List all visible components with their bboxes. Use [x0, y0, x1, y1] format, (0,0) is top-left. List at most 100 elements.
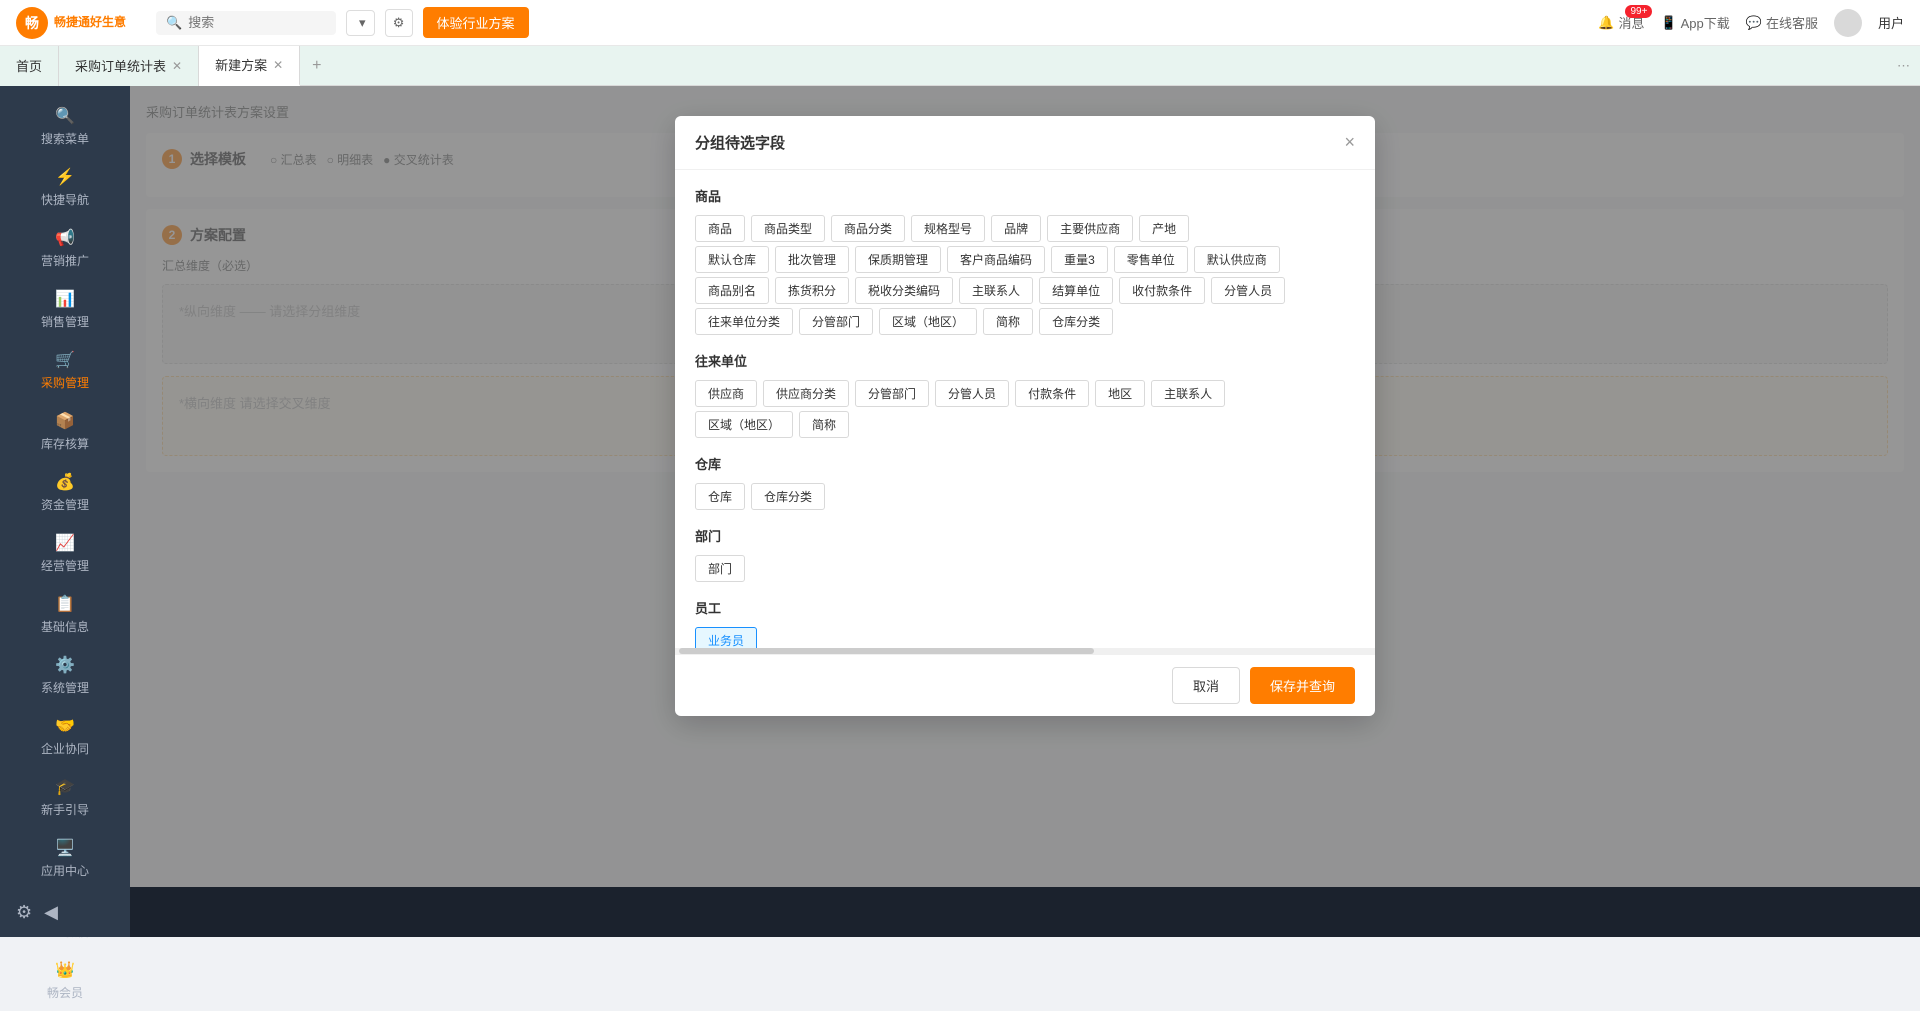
tag-abbr-product[interactable]: 简称: [983, 308, 1033, 335]
trial-button[interactable]: 体验行业方案: [423, 7, 529, 38]
operations-icon: 📈: [55, 533, 75, 553]
tag-shelf-life[interactable]: 保质期管理: [855, 246, 941, 273]
tag-tax-code[interactable]: 税收分类编码: [855, 277, 953, 304]
quicknav-icon: ⚡: [55, 167, 75, 187]
sidebar-item-operations-label: 经营管理: [41, 557, 89, 574]
sidebar-item-member[interactable]: 👑 畅会员: [0, 950, 130, 1011]
sidebar-item-search[interactable]: 🔍 搜索菜单: [0, 96, 130, 157]
tag-default-warehouse[interactable]: 默认仓库: [695, 246, 769, 273]
tab-add-button[interactable]: +: [300, 57, 333, 75]
notification-badge: 99+: [1625, 5, 1652, 18]
sidebar-item-guide[interactable]: 🎓 新手引导: [0, 767, 130, 828]
tag-region-partner[interactable]: 区域（地区）: [695, 411, 793, 438]
tab-expand-button[interactable]: ⋯: [1897, 58, 1910, 74]
sidebar-item-finance[interactable]: 💰 资金管理: [0, 462, 130, 523]
tag-retail-unit[interactable]: 零售单位: [1114, 246, 1188, 273]
sidebar-item-quicknav[interactable]: ⚡ 快捷导航: [0, 157, 130, 218]
basic-info-icon: 📋: [55, 594, 75, 614]
product-tags-row4: 往来单位分类 分管部门 区域（地区） 简称 仓库分类: [695, 308, 1355, 335]
app-download-item[interactable]: 📱 App下载: [1660, 13, 1729, 32]
tag-main-supplier[interactable]: 主要供应商: [1047, 215, 1133, 242]
company-select[interactable]: ▾: [346, 10, 375, 36]
sidebar-item-operations[interactable]: 📈 经营管理: [0, 523, 130, 584]
user-name: 用户: [1878, 13, 1904, 32]
tag-region2[interactable]: 地区: [1095, 380, 1145, 407]
tag-supplier-cat[interactable]: 供应商分类: [763, 380, 849, 407]
modal-body[interactable]: 商品 商品 商品类型 商品分类 规格型号 品牌 主要供应商 产地 默认仓库 批次…: [675, 170, 1375, 648]
sidebar-item-inventory[interactable]: 📦 库存核算: [0, 401, 130, 462]
tag-settlement-unit[interactable]: 结算单位: [1039, 277, 1113, 304]
partner-tags-row1: 供应商 供应商分类 分管部门 分管人员 付款条件 地区 主联系人: [695, 380, 1355, 407]
tag-salesperson[interactable]: 业务员: [695, 627, 757, 648]
tag-partner-category[interactable]: 往来单位分类: [695, 308, 793, 335]
sidebar-item-guide-label: 新手引导: [41, 801, 89, 818]
online-service-item[interactable]: 💬 在线客服: [1746, 13, 1818, 32]
guide-icon: 🎓: [55, 777, 75, 797]
tag-product-type[interactable]: 商品类型: [751, 215, 825, 242]
tab-purchase-order-close[interactable]: ✕: [172, 59, 182, 73]
tag-product[interactable]: 商品: [695, 215, 745, 242]
sidebar-item-finance-label: 资金管理: [41, 496, 89, 513]
tag-main-contact[interactable]: 主联系人: [959, 277, 1033, 304]
modal-close-button[interactable]: ×: [1344, 132, 1355, 153]
settings-bottom-icon[interactable]: ⚙: [16, 902, 32, 923]
tag-dept-mgmt[interactable]: 分管部门: [799, 308, 873, 335]
sidebar-item-appcenter[interactable]: 🖥️ 应用中心: [0, 828, 130, 889]
tag-dept-mgmt2[interactable]: 分管部门: [855, 380, 929, 407]
sidebar: 🔍 搜索菜单 ⚡ 快捷导航 📢 营销推广 📊 销售管理 🛒 采购管理 📦 库存核…: [0, 86, 130, 937]
service-icon: 💬: [1746, 15, 1762, 31]
tag-product-category[interactable]: 商品分类: [831, 215, 905, 242]
sidebar-item-marketing[interactable]: 📢 营销推广: [0, 218, 130, 279]
tag-warehouse-cat[interactable]: 仓库分类: [1039, 308, 1113, 335]
tag-region-product[interactable]: 区域（地区）: [879, 308, 977, 335]
sidebar-item-collab[interactable]: 🤝 企业协同: [0, 706, 130, 767]
section-title-product: 商品: [695, 186, 1355, 205]
sidebar-item-sales[interactable]: 📊 销售管理: [0, 279, 130, 340]
tag-supervisor2[interactable]: 分管人员: [935, 380, 1009, 407]
main-content: 采购订单统计表方案设置 1 选择模板 ○ 汇总表 ○ 明细表 ● 交叉统计表 2…: [130, 86, 1920, 937]
field-select-modal: 分组待选字段 × 商品 商品 商品类型 商品分类 规格型号 品牌 主要供应商 产…: [675, 116, 1375, 716]
save-query-button[interactable]: 保存并查询: [1250, 667, 1355, 704]
tag-brand[interactable]: 品牌: [991, 215, 1041, 242]
purchase-icon: 🛒: [55, 350, 75, 370]
appcenter-icon: 🖥️: [55, 838, 75, 858]
audio-bottom-icon[interactable]: ◀: [44, 902, 58, 923]
search-icon: 🔍: [166, 15, 182, 31]
sidebar-item-quicknav-label: 快捷导航: [41, 191, 89, 208]
sidebar-item-basic-info[interactable]: 📋 基础信息: [0, 584, 130, 645]
notification-item[interactable]: 🔔 99+ 消息: [1598, 13, 1644, 32]
app-download-label: App下载: [1681, 13, 1730, 32]
tab-new-plan[interactable]: 新建方案 ✕: [199, 46, 300, 86]
tag-product-alias[interactable]: 商品别名: [695, 277, 769, 304]
tab-new-plan-close[interactable]: ✕: [273, 58, 283, 72]
tag-default-supplier[interactable]: 默认供应商: [1194, 246, 1280, 273]
tag-warehouse[interactable]: 仓库: [695, 483, 745, 510]
tag-pick-points[interactable]: 拣货积分: [775, 277, 849, 304]
sidebar-item-purchase[interactable]: 🛒 采购管理: [0, 340, 130, 401]
tag-warehouse-category[interactable]: 仓库分类: [751, 483, 825, 510]
tag-abbr-partner[interactable]: 简称: [799, 411, 849, 438]
tag-dept[interactable]: 部门: [695, 555, 745, 582]
tag-spec-model[interactable]: 规格型号: [911, 215, 985, 242]
sidebar-item-purchase-label: 采购管理: [41, 374, 89, 391]
settings-button[interactable]: ⚙: [385, 9, 413, 37]
avatar[interactable]: [1834, 9, 1862, 37]
tab-new-plan-label: 新建方案: [215, 55, 267, 74]
tag-weight3[interactable]: 重量3: [1051, 246, 1108, 273]
sidebar-item-system[interactable]: ⚙️ 系统管理: [0, 645, 130, 706]
tag-origin[interactable]: 产地: [1139, 215, 1189, 242]
tag-batch-mgmt[interactable]: 批次管理: [775, 246, 849, 273]
top-search-box[interactable]: 🔍: [156, 11, 336, 35]
finance-icon: 💰: [55, 472, 75, 492]
tag-supervisor[interactable]: 分管人员: [1211, 277, 1285, 304]
tag-main-contact2[interactable]: 主联系人: [1151, 380, 1225, 407]
search-input[interactable]: [188, 15, 318, 30]
cancel-button[interactable]: 取消: [1172, 667, 1240, 704]
tab-purchase-order[interactable]: 采购订单统计表 ✕: [59, 46, 199, 86]
tab-home[interactable]: 首页: [0, 46, 59, 86]
tag-supplier[interactable]: 供应商: [695, 380, 757, 407]
tag-payment-terms[interactable]: 收付款条件: [1119, 277, 1205, 304]
tag-customer-code[interactable]: 客户商品编码: [947, 246, 1045, 273]
tag-payment-terms2[interactable]: 付款条件: [1015, 380, 1089, 407]
sidebar-item-system-label: 系统管理: [41, 679, 89, 696]
